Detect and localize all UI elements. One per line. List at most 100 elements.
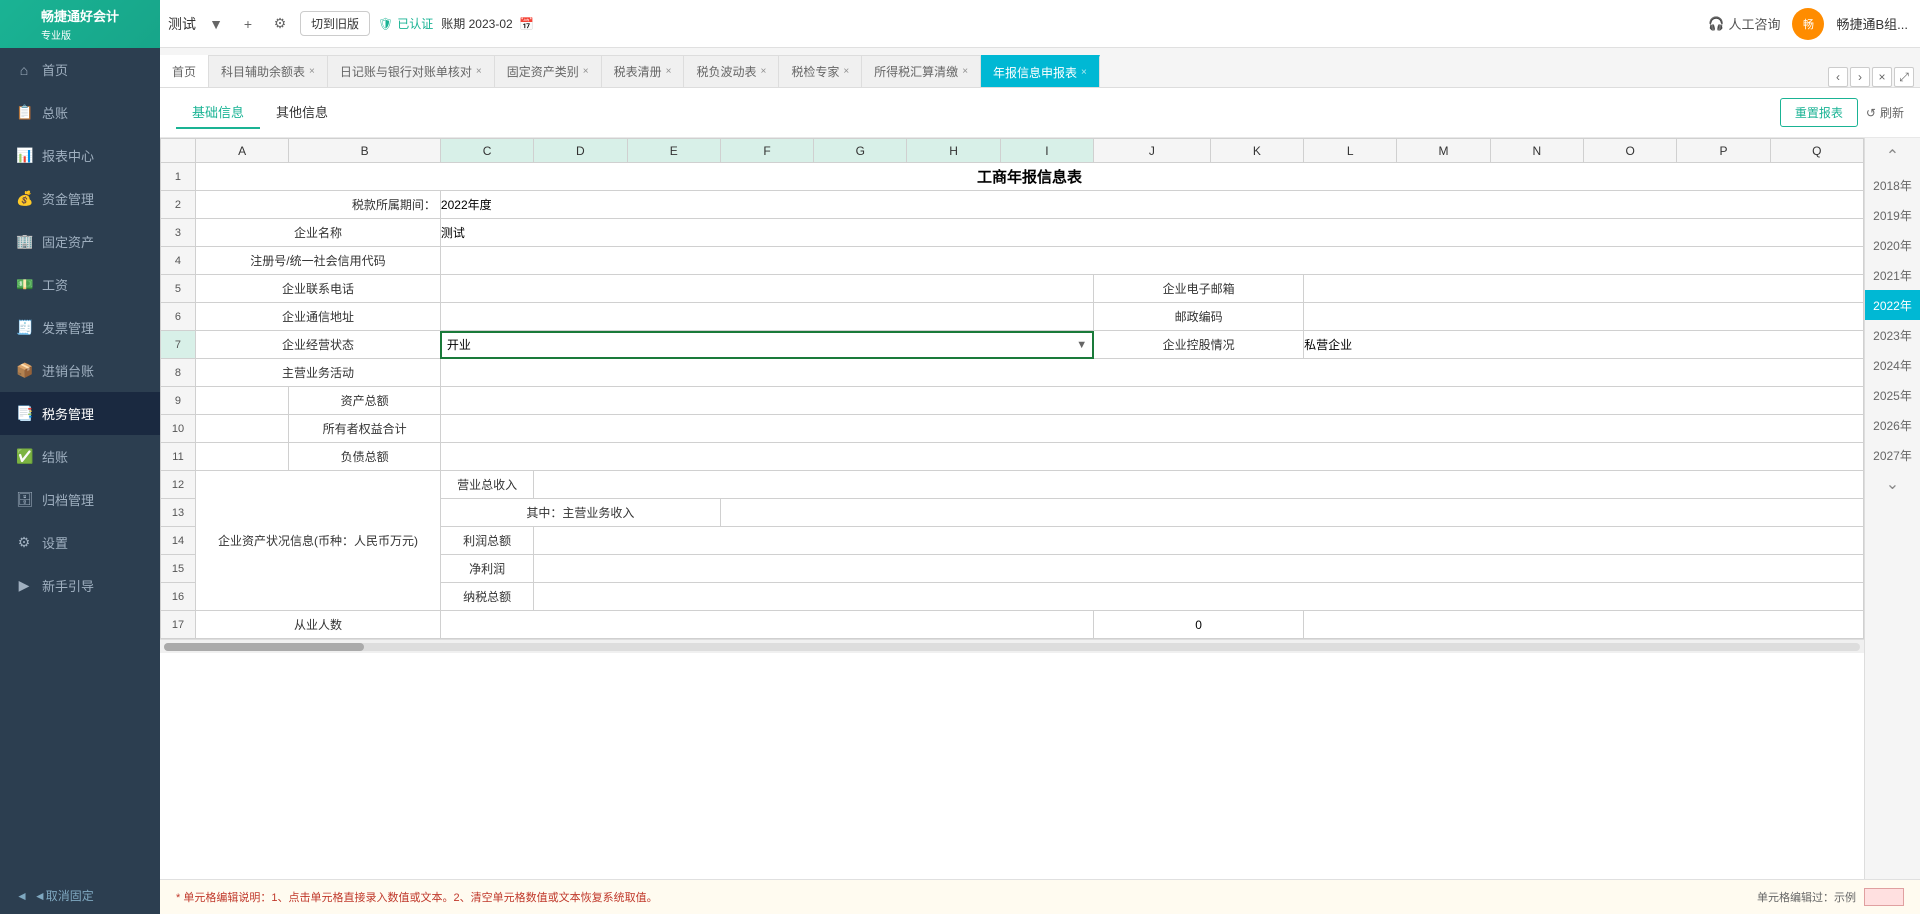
year-down-btn[interactable]: ⌄ [1865, 470, 1920, 498]
cell-1-title[interactable]: 工商年报信息表 [195, 163, 1863, 191]
service-btn[interactable]: 🎧 人工咨询 [1708, 14, 1780, 33]
add-icon[interactable]: + [236, 12, 260, 36]
year-item-2027[interactable]: 2027年 [1865, 440, 1920, 470]
col-header-D[interactable]: D [534, 139, 627, 163]
sidebar-item-salary[interactable]: 💵 工资 [0, 263, 160, 306]
tab-income-close[interactable]: × [962, 66, 968, 77]
cell-12-value[interactable] [534, 471, 1864, 499]
tab-fixed-close[interactable]: × [583, 66, 589, 77]
col-header-K[interactable]: K [1210, 139, 1303, 163]
col-header-N[interactable]: N [1490, 139, 1583, 163]
cell-5-phone[interactable] [440, 275, 1093, 303]
cell-5-email-value[interactable] [1304, 275, 1864, 303]
sidebar-item-trade[interactable]: 📦 进销台账 [0, 349, 160, 392]
sidebar-item-close[interactable]: ✅ 结账 [0, 435, 160, 478]
refresh-btn[interactable]: ↺ 刷新 [1866, 98, 1904, 127]
sidebar-item-fund[interactable]: 💰 资金管理 [0, 177, 160, 220]
sidebar-item-report[interactable]: 📊 报表中心 [0, 134, 160, 177]
col-header-B[interactable]: B [289, 139, 441, 163]
sidebar-item-tax[interactable]: 📑 税务管理 [0, 392, 160, 435]
tab-tax1-close[interactable]: × [666, 66, 672, 77]
col-header-E[interactable]: E [627, 139, 720, 163]
cell-16-value[interactable] [534, 583, 1864, 611]
cell-11-value[interactable] [440, 443, 1863, 471]
tab-fixed[interactable]: 固定资产类别 × [495, 55, 602, 87]
tab-tax2[interactable]: 税负波动表 × [684, 55, 779, 87]
col-header-H[interactable]: H [907, 139, 1000, 163]
cell-9-value[interactable] [440, 387, 1863, 415]
col-header-J[interactable]: J [1094, 139, 1211, 163]
tab-income[interactable]: 所得税汇算清缴 × [862, 55, 981, 87]
sidebar-item-settings[interactable]: ⚙ 设置 [0, 521, 160, 564]
tab-tax2-close[interactable]: × [760, 66, 766, 77]
settings-icon[interactable]: ⚙ [268, 12, 292, 36]
reset-btn[interactable]: 重置报表 [1780, 98, 1858, 127]
tab-tax1[interactable]: 税表清册 × [602, 55, 685, 87]
year-item-2019[interactable]: 2019年 [1865, 200, 1920, 230]
h-scroll-thumb[interactable] [164, 643, 364, 651]
year-item-2020[interactable]: 2020年 [1865, 230, 1920, 260]
tab-tax3[interactable]: 税检专家 × [779, 55, 862, 87]
tab-next-btn[interactable]: › [1850, 67, 1870, 87]
cell-8-value[interactable] [440, 359, 1863, 387]
tab-subject-close[interactable]: × [309, 66, 315, 77]
col-header-L[interactable]: L [1304, 139, 1397, 163]
cell-6-addr[interactable] [440, 303, 1093, 331]
col-header-M[interactable]: M [1397, 139, 1490, 163]
tab-annual[interactable]: 年报信息申报表 × [981, 55, 1100, 87]
sidebar-item-guide[interactable]: ▶ 新手引导 [0, 564, 160, 607]
sub-tab-basic[interactable]: 基础信息 [176, 96, 260, 129]
dropdown-arrow-icon[interactable]: ▼ [1076, 339, 1087, 351]
tab-prev-btn[interactable]: ‹ [1828, 67, 1848, 87]
switch-old-btn[interactable]: 切到旧版 [300, 11, 370, 36]
sidebar-item-archive[interactable]: 🗄 归档管理 [0, 478, 160, 521]
cell-17-empty[interactable] [440, 611, 1093, 639]
cell-17-count[interactable]: 0 [1094, 611, 1304, 639]
cell-7-holding-value[interactable]: 私营企业 [1304, 331, 1864, 359]
dropdown-icon[interactable]: ▼ [204, 12, 228, 36]
col-header-P[interactable]: P [1677, 139, 1770, 163]
tab-home[interactable]: 首页 [160, 55, 209, 87]
sidebar-pin-btn[interactable]: ◄ ◄取消固定 [0, 877, 160, 914]
col-header-A[interactable]: A [195, 139, 288, 163]
year-item-2024[interactable]: 2024年 [1865, 350, 1920, 380]
sidebar-item-invoice[interactable]: 🧾 发票管理 [0, 306, 160, 349]
cell-14-value[interactable] [534, 527, 1864, 555]
sub-tab-other[interactable]: 其他信息 [260, 96, 344, 129]
cell-4-value[interactable] [440, 247, 1863, 275]
year-item-2025[interactable]: 2025年 [1865, 380, 1920, 410]
cell-7-status[interactable]: 开业 ▼ [440, 331, 1093, 359]
tab-annual-close[interactable]: × [1081, 67, 1087, 78]
sidebar-item-ledger[interactable]: 📋 总账 [0, 91, 160, 134]
col-header-G[interactable]: G [814, 139, 907, 163]
col-header-I[interactable]: I [1000, 139, 1093, 163]
h-scroll-track[interactable] [164, 643, 1860, 651]
col-header-F[interactable]: F [720, 139, 813, 163]
tab-tax3-close[interactable]: × [843, 66, 849, 77]
tab-subject[interactable]: 科目辅助余额表 × [209, 55, 328, 87]
spreadsheet-main[interactable]: A B C D E F G H I J K L M [160, 138, 1864, 879]
calendar-icon[interactable]: 📅 [519, 17, 534, 31]
year-up-btn[interactable]: ⌃ [1865, 142, 1920, 170]
cell-15-value[interactable] [534, 555, 1864, 583]
tab-journal-close[interactable]: × [476, 66, 482, 77]
sidebar-item-asset[interactable]: 🏢 固定资产 [0, 220, 160, 263]
year-item-2026[interactable]: 2026年 [1865, 410, 1920, 440]
year-item-2021[interactable]: 2021年 [1865, 260, 1920, 290]
cell-6-postal-value[interactable] [1304, 303, 1864, 331]
year-item-2022[interactable]: 2022年 [1865, 290, 1920, 320]
cell-13-value[interactable] [720, 499, 1863, 527]
tab-journal[interactable]: 日记账与银行对账单核对 × [328, 55, 495, 87]
tab-close-all-btn[interactable]: × [1872, 67, 1892, 87]
cell-3-value[interactable]: 测试 [440, 219, 1863, 247]
col-header-O[interactable]: O [1584, 139, 1677, 163]
col-header-C[interactable]: C [440, 139, 533, 163]
year-item-2023[interactable]: 2023年 [1865, 320, 1920, 350]
year-item-2018[interactable]: 2018年 [1865, 170, 1920, 200]
h-scrollbar[interactable] [160, 639, 1864, 653]
cell-2-value[interactable]: 2022年度 [440, 191, 1863, 219]
col-header-Q[interactable]: Q [1770, 139, 1863, 163]
cell-10-value[interactable] [440, 415, 1863, 443]
sidebar-item-home[interactable]: ⌂ 首页 [0, 48, 160, 91]
tab-expand-btn[interactable]: ⤢ [1894, 67, 1914, 87]
